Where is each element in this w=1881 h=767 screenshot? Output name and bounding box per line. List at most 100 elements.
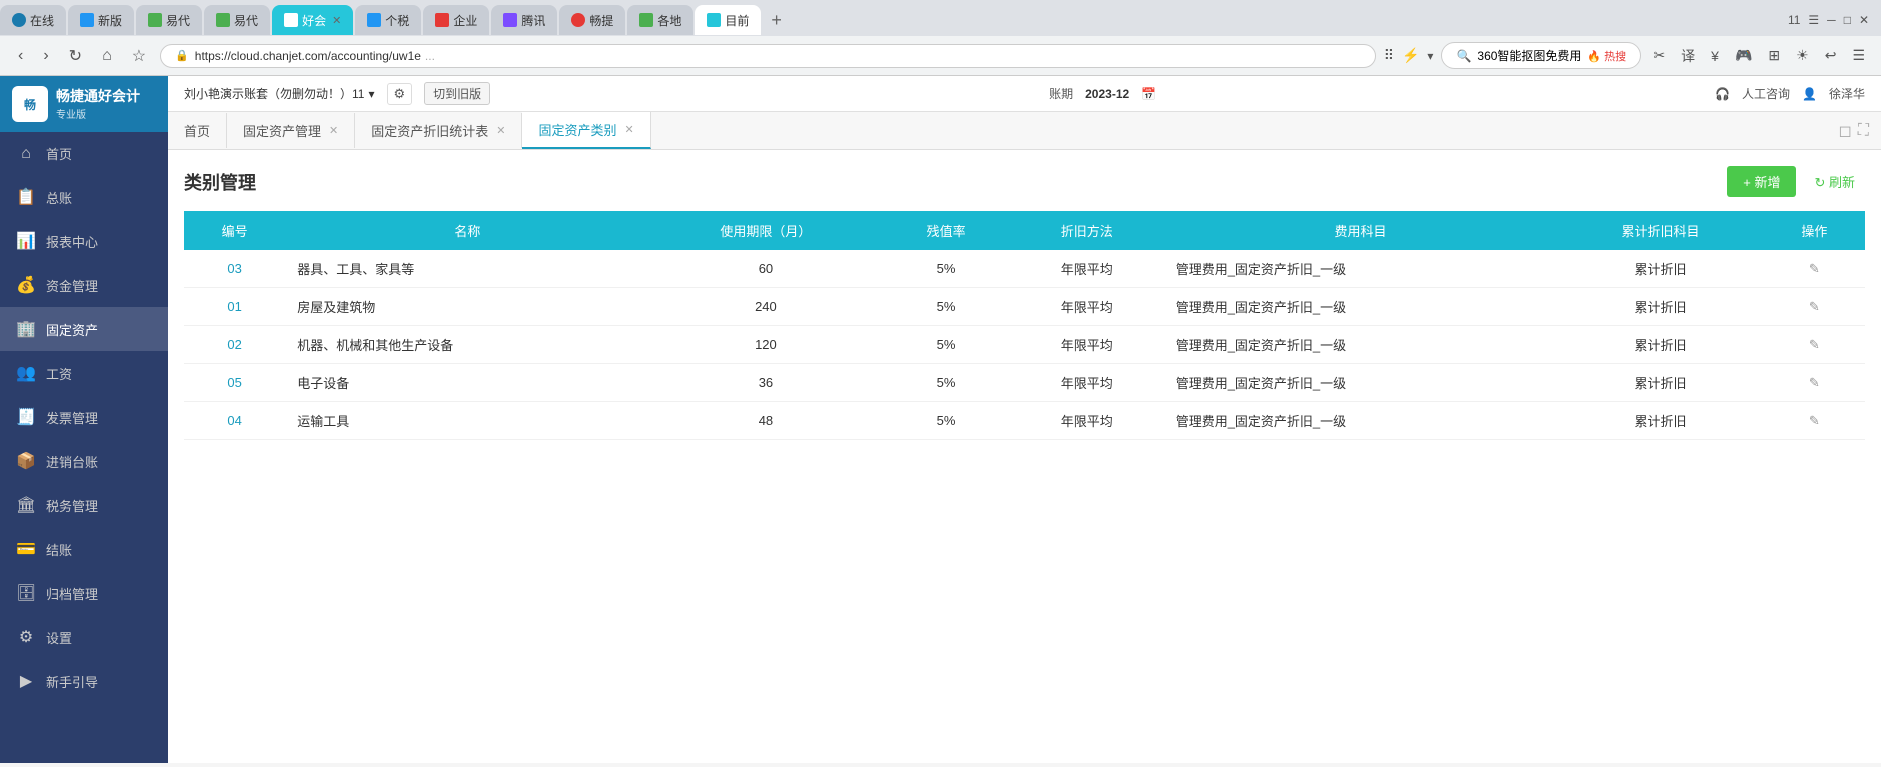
search-box[interactable]: 🔍 360智能抠图免费用 🔥 热搜 xyxy=(1441,42,1641,69)
browser-menu-btn[interactable]: ☰ xyxy=(1848,45,1869,66)
sidebar-item-tax[interactable]: 🏛 税务管理 xyxy=(0,483,168,527)
browser-tab-1[interactable]: 在线 xyxy=(0,5,66,35)
sidebar-item-invoice-label: 发票管理 xyxy=(46,408,98,427)
back-button[interactable]: ‹ xyxy=(12,45,29,67)
browser-tab-11[interactable]: 目前 xyxy=(695,5,761,35)
cell-rate-1: 5% xyxy=(882,288,1010,326)
page-tab-home[interactable]: 首页 xyxy=(168,113,227,148)
tab-menu-icon[interactable]: ☰ xyxy=(1808,13,1819,27)
maximize-icon[interactable]: □ xyxy=(1844,13,1851,27)
url-box[interactable]: 🔒 https://cloud.chanjet.com/accounting/u… xyxy=(160,44,1376,68)
browser-tab-6[interactable]: 个税 xyxy=(355,5,421,35)
dropdown-arrow[interactable]: ▾ xyxy=(368,87,374,101)
page-tab-depreciation[interactable]: 固定资产折旧统计表 ✕ xyxy=(355,113,522,148)
table-body: 03 器具、工具、家具等 60 5% 年限平均 管理费用_固定资产折旧_一级 累… xyxy=(184,250,1865,440)
cell-rate-0: 5% xyxy=(882,250,1010,288)
cell-action-4: ✎ xyxy=(1764,402,1865,440)
user-info: 刘小艳演示账套（勿删勿动！）11 ▾ xyxy=(184,85,375,102)
sidebar-item-guide[interactable]: ▶ 新手引导 xyxy=(0,659,168,703)
tab-close-5[interactable]: ✕ xyxy=(332,14,341,27)
collapse-tab-btn[interactable]: ◻ xyxy=(1839,121,1852,141)
cell-expense-0: 管理费用_固定资产折旧_一级 xyxy=(1164,250,1558,288)
undo-icon[interactable]: ↩ xyxy=(1821,45,1841,66)
cell-name-0: 器具、工具、家具等 xyxy=(285,250,649,288)
refresh-button[interactable]: ↻ 刷新 xyxy=(1804,166,1865,197)
sidebar-item-funds[interactable]: 💰 资金管理 xyxy=(0,263,168,307)
page-tab-home-label: 首页 xyxy=(184,121,210,140)
new-tab-button[interactable]: + xyxy=(763,10,790,31)
sidebar-item-home[interactable]: ⌂ 首页 xyxy=(0,132,168,175)
page-tab-category[interactable]: 固定资产类别 ✕ xyxy=(522,112,650,149)
cell-action-1: ✎ xyxy=(1764,288,1865,326)
sidebar-item-reports[interactable]: 📊 报表中心 xyxy=(0,219,168,263)
forward-button[interactable]: › xyxy=(37,45,54,67)
cell-name-3: 电子设备 xyxy=(285,364,649,402)
action-btns: + 新增 ↻ 刷新 xyxy=(1727,166,1865,197)
cell-code-4: 04 xyxy=(184,402,285,440)
home-button[interactable]: ⌂ xyxy=(96,45,118,67)
table-row: 01 房屋及建筑物 240 5% 年限平均 管理费用_固定资产折旧_一级 累计折… xyxy=(184,288,1865,326)
browser-tab-2[interactable]: 新版 xyxy=(68,5,134,35)
tab-label-6: 个税 xyxy=(385,12,409,29)
lightning-icon[interactable]: ⚡ xyxy=(1402,47,1419,64)
sidebar-item-archive[interactable]: 🗄 归档管理 xyxy=(0,571,168,615)
main-content: 刘小艳演示账套（勿删勿动！）11 ▾ ⚙ 切到旧版 账期 2023-12 📅 🎧… xyxy=(168,76,1881,763)
close-tab-category[interactable]: ✕ xyxy=(625,123,634,136)
header-right: 🎧 人工咨询 👤 徐泽华 xyxy=(1715,85,1865,102)
close-tab-depreciation[interactable]: ✕ xyxy=(496,124,505,137)
sidebar-subtitle: 专业版 xyxy=(56,106,140,121)
calendar-icon[interactable]: 📅 xyxy=(1141,87,1156,101)
guide-icon: ▶ xyxy=(16,671,36,691)
table-row: 02 机器、机械和其他生产设备 120 5% 年限平均 管理费用_固定资产折旧_… xyxy=(184,326,1865,364)
sun-icon[interactable]: ☀ xyxy=(1792,45,1813,66)
period-label: 账期 xyxy=(1049,85,1073,102)
fullscreen-tab-btn[interactable]: ⛶ xyxy=(1858,121,1869,141)
table-row: 05 电子设备 36 5% 年限平均 管理费用_固定资产折旧_一级 累计折旧 ✎ xyxy=(184,364,1865,402)
close-tab-fixed-asset-mgmt[interactable]: ✕ xyxy=(329,124,338,137)
tab-label-3: 易代 xyxy=(166,12,190,29)
minimize-icon[interactable]: ─ xyxy=(1827,13,1836,27)
bookmark-button[interactable]: ☆ xyxy=(126,44,152,68)
sidebar-item-checkout[interactable]: 💳 结账 xyxy=(0,527,168,571)
edit-btn-1[interactable]: ✎ xyxy=(1809,299,1820,314)
translate-icon[interactable]: 译 xyxy=(1677,44,1699,68)
game-icon[interactable]: 🎮 xyxy=(1731,45,1756,66)
browser-tab-3[interactable]: 易代 xyxy=(136,5,202,35)
inventory-icon: 📦 xyxy=(16,451,36,471)
sidebar-item-payroll[interactable]: 👥 工资 xyxy=(0,351,168,395)
sidebar-title: 畅捷通好会计 xyxy=(56,87,140,105)
browser-tab-5[interactable]: 好会 ✕ xyxy=(272,5,353,35)
edit-btn-4[interactable]: ✎ xyxy=(1809,413,1820,428)
close-browser-icon[interactable]: ✕ xyxy=(1859,13,1869,27)
sidebar-item-settings[interactable]: ⚙ 设置 xyxy=(0,615,168,659)
reload-button[interactable]: ↻ xyxy=(63,44,88,68)
grid-icon[interactable]: ⊞ xyxy=(1764,45,1784,66)
checkout-icon: 💳 xyxy=(16,539,36,559)
browser-tab-9[interactable]: 畅提 xyxy=(559,5,625,35)
edit-btn-2[interactable]: ✎ xyxy=(1809,337,1820,352)
wallet-icon[interactable]: ¥ xyxy=(1707,46,1723,66)
invoice-icon: 🧾 xyxy=(16,407,36,427)
tab-favicon-11 xyxy=(707,13,721,27)
user-settings-btn[interactable]: ⚙ xyxy=(387,83,413,105)
browser-tab-4[interactable]: 易代 xyxy=(204,5,270,35)
add-button[interactable]: + 新增 xyxy=(1727,166,1796,197)
sidebar-item-invoice[interactable]: 🧾 发票管理 xyxy=(0,395,168,439)
page-tab-fixed-asset-mgmt[interactable]: 固定资产管理 ✕ xyxy=(227,113,355,148)
browser-menu-icon[interactable]: ⠿ xyxy=(1384,47,1394,64)
cell-rate-3: 5% xyxy=(882,364,1010,402)
edit-btn-3[interactable]: ✎ xyxy=(1809,375,1820,390)
dropdown-icon[interactable]: ▾ xyxy=(1427,49,1433,63)
browser-tab-7[interactable]: 企业 xyxy=(423,5,489,35)
browser-tab-8[interactable]: 腾讯 xyxy=(491,5,557,35)
scissors-icon[interactable]: ✂ xyxy=(1649,45,1669,66)
sidebar-item-ledger[interactable]: 📋 总账 xyxy=(0,175,168,219)
switch-version-btn[interactable]: 切到旧版 xyxy=(424,82,490,105)
edit-btn-0[interactable]: ✎ xyxy=(1809,261,1820,276)
cell-rate-2: 5% xyxy=(882,326,1010,364)
service-label[interactable]: 人工咨询 xyxy=(1742,85,1790,102)
cell-code-2: 02 xyxy=(184,326,285,364)
sidebar-item-inventory[interactable]: 📦 进销台账 xyxy=(0,439,168,483)
sidebar-item-fixed-assets[interactable]: 🏢 固定资产 xyxy=(0,307,168,351)
browser-tab-10[interactable]: 各地 xyxy=(627,5,693,35)
